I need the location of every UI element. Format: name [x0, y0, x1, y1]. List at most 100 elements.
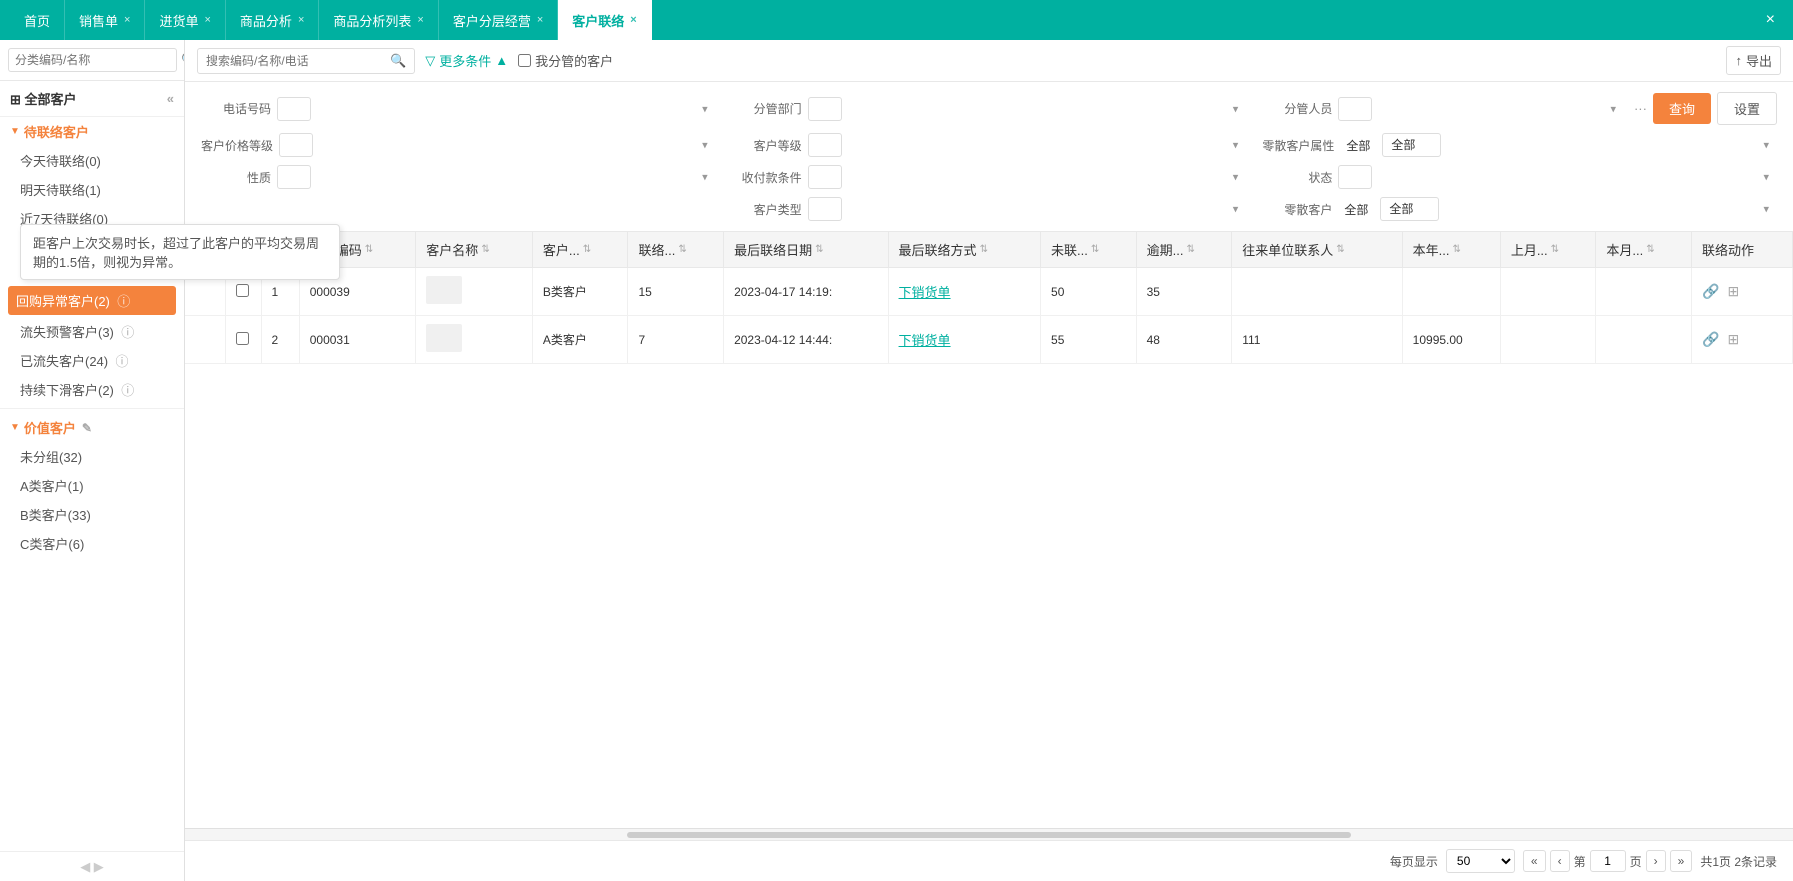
filter-row-person: 分管人员 ··· 查询 设置 — [1262, 92, 1777, 125]
scrollbar-thumb[interactable] — [627, 832, 1352, 838]
row-contact-person-1: 111 — [1232, 316, 1402, 364]
customer-avatar-0 — [426, 276, 462, 304]
sidebar-item-unclassified[interactable]: 未分组(32) — [0, 442, 184, 471]
horizontal-scrollbar[interactable] — [185, 828, 1793, 840]
tab-close-sales[interactable]: × — [124, 14, 130, 26]
col-action: 联络动作 — [1692, 232, 1793, 268]
edit-icon[interactable]: ✎ — [82, 421, 92, 435]
filter-row-status: 状态 — [1262, 165, 1777, 189]
more-conditions-btn[interactable]: ▽ 更多条件 ▲ — [425, 51, 508, 70]
tab-close-purchase[interactable]: × — [204, 14, 210, 26]
filter-row-customer-type: 客户类型 — [732, 197, 1247, 221]
sort-icon-year[interactable]: ⇅ — [1453, 244, 1461, 255]
sidebar-item-abnormal-repurchase[interactable]: 回购异常客户(2) ⓘ — [8, 286, 176, 315]
row-last-method-0[interactable]: 下销货单 — [888, 268, 1040, 316]
row-code-1[interactable]: 000031 — [299, 316, 416, 364]
filter-row-phone: 电话号码 — [201, 92, 716, 125]
my-customers-checkbox[interactable] — [518, 54, 531, 67]
tab-close-product-list[interactable]: × — [417, 14, 423, 26]
person-more-icon[interactable]: ··· — [1634, 101, 1647, 116]
action-link-icon-0[interactable]: 🔗 — [1702, 283, 1719, 300]
customer-type-select[interactable] — [808, 197, 842, 221]
dept-select[interactable] — [808, 97, 842, 121]
last-page-button[interactable]: » — [1670, 850, 1693, 872]
sort-icon-person[interactable]: ⇅ — [1336, 244, 1344, 255]
sort-icon-method[interactable]: ⇅ — [980, 244, 988, 255]
sidebar-item-already-lost[interactable]: 已流失客户(24) ⓘ — [0, 346, 184, 375]
sidebar-item-continuous-down[interactable]: 持续下滑客户(2) ⓘ — [0, 375, 184, 404]
tab-close-product-analysis[interactable]: × — [298, 14, 304, 26]
sidebar-collapse-icon[interactable]: « — [167, 91, 174, 106]
sidebar-search-area: 🔍 — [0, 40, 184, 81]
action-grid-icon-0[interactable]: ⊞ — [1727, 283, 1739, 300]
export-button[interactable]: ↑ 导出 — [1726, 46, 1781, 75]
first-page-button[interactable]: « — [1523, 850, 1546, 872]
sort-icon-code[interactable]: ⇅ — [365, 244, 373, 255]
data-table-container: ⚙ 客户编码⇅ 客户名称⇅ 客户...⇅ — [185, 232, 1793, 828]
row-select-checkbox-0[interactable] — [236, 284, 249, 297]
row-select-checkbox-1[interactable] — [236, 332, 249, 345]
sidebar-item-lost-preview[interactable]: 流失预警客户(3) ⓘ — [0, 317, 184, 346]
sort-icon-date[interactable]: ⇅ — [815, 244, 823, 255]
window-close-button[interactable]: × — [1758, 11, 1783, 29]
phone-select[interactable] — [277, 97, 311, 121]
row-last-method-1[interactable]: 下销货单 — [888, 316, 1040, 364]
price-grade-select[interactable] — [279, 133, 313, 157]
sidebar-value-customers-group[interactable]: ▼ 价值客户 ✎ — [0, 413, 184, 442]
sort-icon-name[interactable]: ⇅ — [481, 244, 489, 255]
status-select[interactable] — [1338, 165, 1372, 189]
sidebar-item-class-a[interactable]: A类客户(1) — [0, 471, 184, 500]
row-name-1 — [416, 316, 533, 364]
sort-icon-type[interactable]: ⇅ — [583, 244, 591, 255]
info-icon-continuous-down: ⓘ — [121, 383, 134, 398]
payment-select[interactable] — [808, 165, 842, 189]
tab-product-analysis[interactable]: 商品分析 × — [226, 0, 319, 40]
row-settings-1 — [185, 316, 225, 364]
prev-page-button[interactable]: ‹ — [1550, 850, 1570, 872]
sort-icon-not-contacted[interactable]: ⇅ — [1091, 244, 1099, 255]
arrow-down-icon: ▼ — [10, 126, 20, 137]
sidebar-item-tomorrow-pending[interactable]: 明天待联络(1) — [0, 175, 184, 204]
sort-icon-overdue[interactable]: ⇅ — [1186, 244, 1194, 255]
sort-icon-last-month[interactable]: ⇅ — [1551, 244, 1559, 255]
sidebar-pending-contact-group[interactable]: ▼ 待联络客户 — [0, 117, 184, 146]
action-grid-icon-1[interactable]: ⊞ — [1727, 331, 1739, 348]
page-size-select[interactable]: 20 50 100 — [1446, 849, 1515, 873]
gender-label: 性质 — [201, 169, 271, 186]
row-this-year-0 — [1402, 268, 1500, 316]
tab-home[interactable]: 首页 — [10, 0, 65, 40]
tab-close-customer-tier[interactable]: × — [537, 14, 543, 26]
page-number-input[interactable] — [1590, 850, 1626, 872]
customer-grade-select[interactable] — [808, 133, 842, 157]
tab-purchase[interactable]: 进货单 × — [145, 0, 225, 40]
row-overdue-1: 48 — [1136, 316, 1232, 364]
row-this-month-1 — [1596, 316, 1692, 364]
query-button[interactable]: 查询 — [1653, 93, 1711, 124]
filter-search-input[interactable] — [206, 54, 386, 68]
my-customers-label: 我分管的客户 — [535, 51, 613, 70]
customer-type-label: 客户类型 — [732, 201, 802, 218]
sidebar-item-class-b[interactable]: B类客户(33) — [0, 500, 184, 529]
sidebar-search-input[interactable] — [8, 48, 177, 72]
filter-row-payment: 收付款条件 — [732, 165, 1247, 189]
sort-icon-this-month[interactable]: ⇅ — [1646, 244, 1654, 255]
tab-close-customer-contact[interactable]: × — [630, 14, 636, 26]
retail-attr-select[interactable]: 全部 — [1382, 133, 1441, 157]
tab-customer-contact[interactable]: 客户联络 × — [558, 0, 651, 40]
row-last-date-0: 2023-04-17 14:19: — [724, 268, 888, 316]
sidebar-item-class-c[interactable]: C类客户(6) — [0, 529, 184, 558]
customer-grade-label: 客户等级 — [732, 137, 802, 154]
person-select[interactable] — [1338, 97, 1372, 121]
sidebar-all-customers-header: ⊞ 全部客户 « — [0, 81, 184, 117]
tab-sales[interactable]: 销售单 × — [65, 0, 145, 40]
action-link-icon-1[interactable]: 🔗 — [1702, 331, 1719, 348]
filter-search-icon[interactable]: 🔍 — [390, 53, 406, 69]
next-page-button[interactable]: › — [1646, 850, 1666, 872]
settings-button[interactable]: 设置 — [1717, 92, 1777, 125]
retail-customer-select[interactable]: 全部 — [1380, 197, 1439, 221]
tab-product-list[interactable]: 商品分析列表 × — [319, 0, 438, 40]
tab-customer-tier[interactable]: 客户分层经营 × — [439, 0, 558, 40]
gender-select[interactable] — [277, 165, 311, 189]
sort-icon-contact[interactable]: ⇅ — [678, 244, 686, 255]
sidebar-item-today-pending[interactable]: 今天待联络(0) — [0, 146, 184, 175]
